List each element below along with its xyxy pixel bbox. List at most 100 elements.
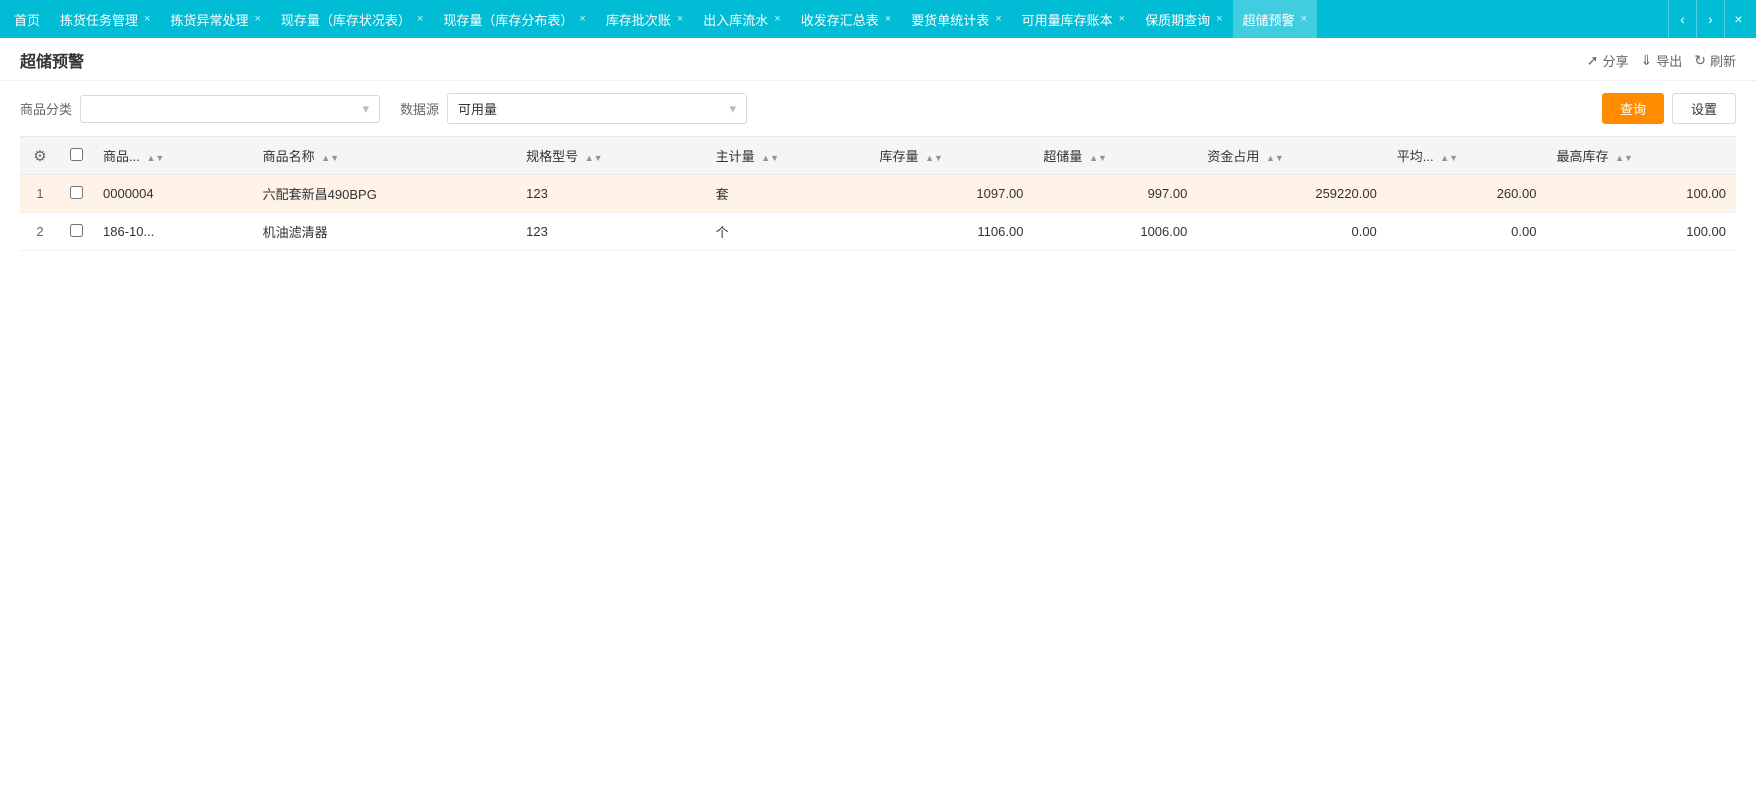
table-gear-icon[interactable]: ⚙ <box>33 148 46 165</box>
th-stock-label: 库存量 <box>880 149 919 164</box>
nav-avail-book-close[interactable]: × <box>1119 13 1125 25</box>
nav-home-label: 首页 <box>14 10 40 29</box>
th-product-code[interactable]: 商品... ▲▼ <box>93 137 253 175</box>
row-overstock-0: 997.00 <box>1033 175 1197 213</box>
nav-inout-flow[interactable]: 出入库流水 × <box>693 0 790 38</box>
th-overstock[interactable]: 超储量 ▲▼ <box>1033 137 1197 175</box>
sort-product-name-icon[interactable]: ▲▼ <box>321 153 339 163</box>
nav-order-stat-close[interactable]: × <box>995 13 1001 25</box>
nav-arrow-right[interactable]: › <box>1696 0 1724 38</box>
nav-expiry[interactable]: 保质期查询 × <box>1135 0 1232 38</box>
datasource-select[interactable]: 可用量 ▾ <box>447 93 747 124</box>
row-num-1: 2 <box>20 213 60 251</box>
th-checkbox[interactable] <box>60 137 93 175</box>
nav-stock-dist-label: 现存量（库存分布表） <box>443 10 573 29</box>
table-wrapper: ⚙ 商品... ▲▼ 商品名称 ▲▼ 规格型号 ▲▼ 主计 <box>0 136 1756 251</box>
row-checkbox-0[interactable] <box>60 175 93 213</box>
nav-batch-account[interactable]: 库存批次账 × <box>596 0 693 38</box>
nav-overstock[interactable]: 超储预警 × <box>1233 0 1317 38</box>
th-unit-label: 主计量 <box>716 149 755 164</box>
th-spec-label: 规格型号 <box>526 149 578 164</box>
nav-summary-label: 收发存汇总表 <box>801 10 879 29</box>
query-button[interactable]: 查询 <box>1602 93 1664 124</box>
row-product-code-0: 0000004 <box>93 175 253 213</box>
row-check-1[interactable] <box>70 224 83 237</box>
row-avg-0: 260.00 <box>1387 175 1547 213</box>
sort-product-code-icon[interactable]: ▲▼ <box>146 153 164 163</box>
nav-order-stat-label: 要货单统计表 <box>911 10 989 29</box>
nav-home[interactable]: 首页 <box>4 0 50 38</box>
table-row[interactable]: 2 186-10... 机油滤清器 123 个 1106.00 1006.00 … <box>20 213 1736 251</box>
row-product-name-0: 六配套新昌490BPG <box>253 175 516 213</box>
share-button[interactable]: ➚ 分享 <box>1587 51 1629 70</box>
sort-capital-icon[interactable]: ▲▼ <box>1266 153 1284 163</box>
th-unit[interactable]: 主计量 ▲▼ <box>706 137 870 175</box>
nav-exception[interactable]: 拣货异常处理 × <box>160 0 270 38</box>
top-nav: 首页 拣货任务管理 × 拣货异常处理 × 现存量（库存状况表） × 现存量（库存… <box>0 0 1756 38</box>
share-icon: ➚ <box>1587 52 1599 69</box>
sort-spec-icon[interactable]: ▲▼ <box>585 153 603 163</box>
th-max-stock[interactable]: 最高库存 ▲▼ <box>1546 137 1736 175</box>
row-unit-1: 个 <box>706 213 870 251</box>
row-max-stock-1: 100.00 <box>1546 213 1736 251</box>
nav-arrow-left[interactable]: ‹ <box>1668 0 1696 38</box>
export-icon: ⇓ <box>1641 52 1653 69</box>
nav-batch-account-close[interactable]: × <box>677 13 683 25</box>
settings-button[interactable]: 设置 <box>1672 93 1736 124</box>
th-product-code-label: 商品... <box>103 149 140 164</box>
nav-avail-book[interactable]: 可用量库存账本 × <box>1012 0 1135 38</box>
th-product-name-label: 商品名称 <box>263 149 315 164</box>
header-actions: ➚ 分享 ⇓ 导出 ↻ 刷新 <box>1587 51 1736 70</box>
sort-max-stock-icon[interactable]: ▲▼ <box>1615 153 1633 163</box>
table-header-row: ⚙ 商品... ▲▼ 商品名称 ▲▼ 规格型号 ▲▼ 主计 <box>20 137 1736 175</box>
datasource-label: 数据源 <box>400 99 439 118</box>
th-stock[interactable]: 库存量 ▲▼ <box>870 137 1034 175</box>
row-capital-1: 0.00 <box>1197 213 1386 251</box>
sort-unit-icon[interactable]: ▲▼ <box>761 153 779 163</box>
th-spec[interactable]: 规格型号 ▲▼ <box>516 137 705 175</box>
nav-summary[interactable]: 收发存汇总表 × <box>791 0 901 38</box>
table-row[interactable]: 1 0000004 六配套新昌490BPG 123 套 1097.00 997.… <box>20 175 1736 213</box>
sort-avg-icon[interactable]: ▲▼ <box>1440 153 1458 163</box>
th-capital[interactable]: 资金占用 ▲▼ <box>1197 137 1386 175</box>
refresh-button[interactable]: ↻ 刷新 <box>1694 51 1736 70</box>
category-select[interactable]: ▾ <box>80 95 380 123</box>
nav-arrow-close[interactable]: × <box>1724 0 1752 38</box>
row-product-name-1: 机油滤清器 <box>253 213 516 251</box>
nav-inout-flow-close[interactable]: × <box>774 13 780 25</box>
nav-overstock-close[interactable]: × <box>1301 13 1307 25</box>
category-label: 商品分类 <box>20 99 72 118</box>
nav-stock-status-label: 现存量（库存状况表） <box>281 10 411 29</box>
row-num-0: 1 <box>20 175 60 213</box>
refresh-icon: ↻ <box>1694 52 1706 69</box>
nav-exception-label: 拣货异常处理 <box>170 10 248 29</box>
row-check-0[interactable] <box>70 186 83 199</box>
datasource-dropdown-icon: ▾ <box>730 101 737 117</box>
nav-stock-status[interactable]: 现存量（库存状况表） × <box>271 0 433 38</box>
nav-summary-close[interactable]: × <box>885 13 891 25</box>
sort-stock-icon[interactable]: ▲▼ <box>925 153 943 163</box>
nav-expiry-close[interactable]: × <box>1216 13 1222 25</box>
nav-stock-status-close[interactable]: × <box>417 13 423 25</box>
sort-overstock-icon[interactable]: ▲▼ <box>1089 153 1107 163</box>
nav-stock-dist-close[interactable]: × <box>579 13 585 25</box>
th-capital-label: 资金占用 <box>1207 149 1259 164</box>
row-stock-0: 1097.00 <box>870 175 1034 213</box>
datasource-select-value: 可用量 <box>458 99 497 118</box>
row-max-stock-0: 100.00 <box>1546 175 1736 213</box>
page-title: 超储预警 <box>20 48 84 72</box>
th-avg[interactable]: 平均... ▲▼ <box>1387 137 1547 175</box>
select-all-checkbox[interactable] <box>70 148 83 161</box>
nav-avail-book-label: 可用量库存账本 <box>1022 10 1113 29</box>
nav-task-mgmt-close[interactable]: × <box>144 13 150 25</box>
nav-order-stat[interactable]: 要货单统计表 × <box>901 0 1011 38</box>
row-checkbox-1[interactable] <box>60 213 93 251</box>
nav-exception-close[interactable]: × <box>254 13 260 25</box>
nav-task-mgmt[interactable]: 拣货任务管理 × <box>50 0 160 38</box>
category-dropdown-icon: ▾ <box>362 101 369 117</box>
th-product-name[interactable]: 商品名称 ▲▼ <box>253 137 516 175</box>
nav-batch-account-label: 库存批次账 <box>606 10 671 29</box>
nav-stock-dist[interactable]: 现存量（库存分布表） × <box>433 0 595 38</box>
th-settings[interactable]: ⚙ <box>20 137 60 175</box>
export-button[interactable]: ⇓ 导出 <box>1641 51 1683 70</box>
